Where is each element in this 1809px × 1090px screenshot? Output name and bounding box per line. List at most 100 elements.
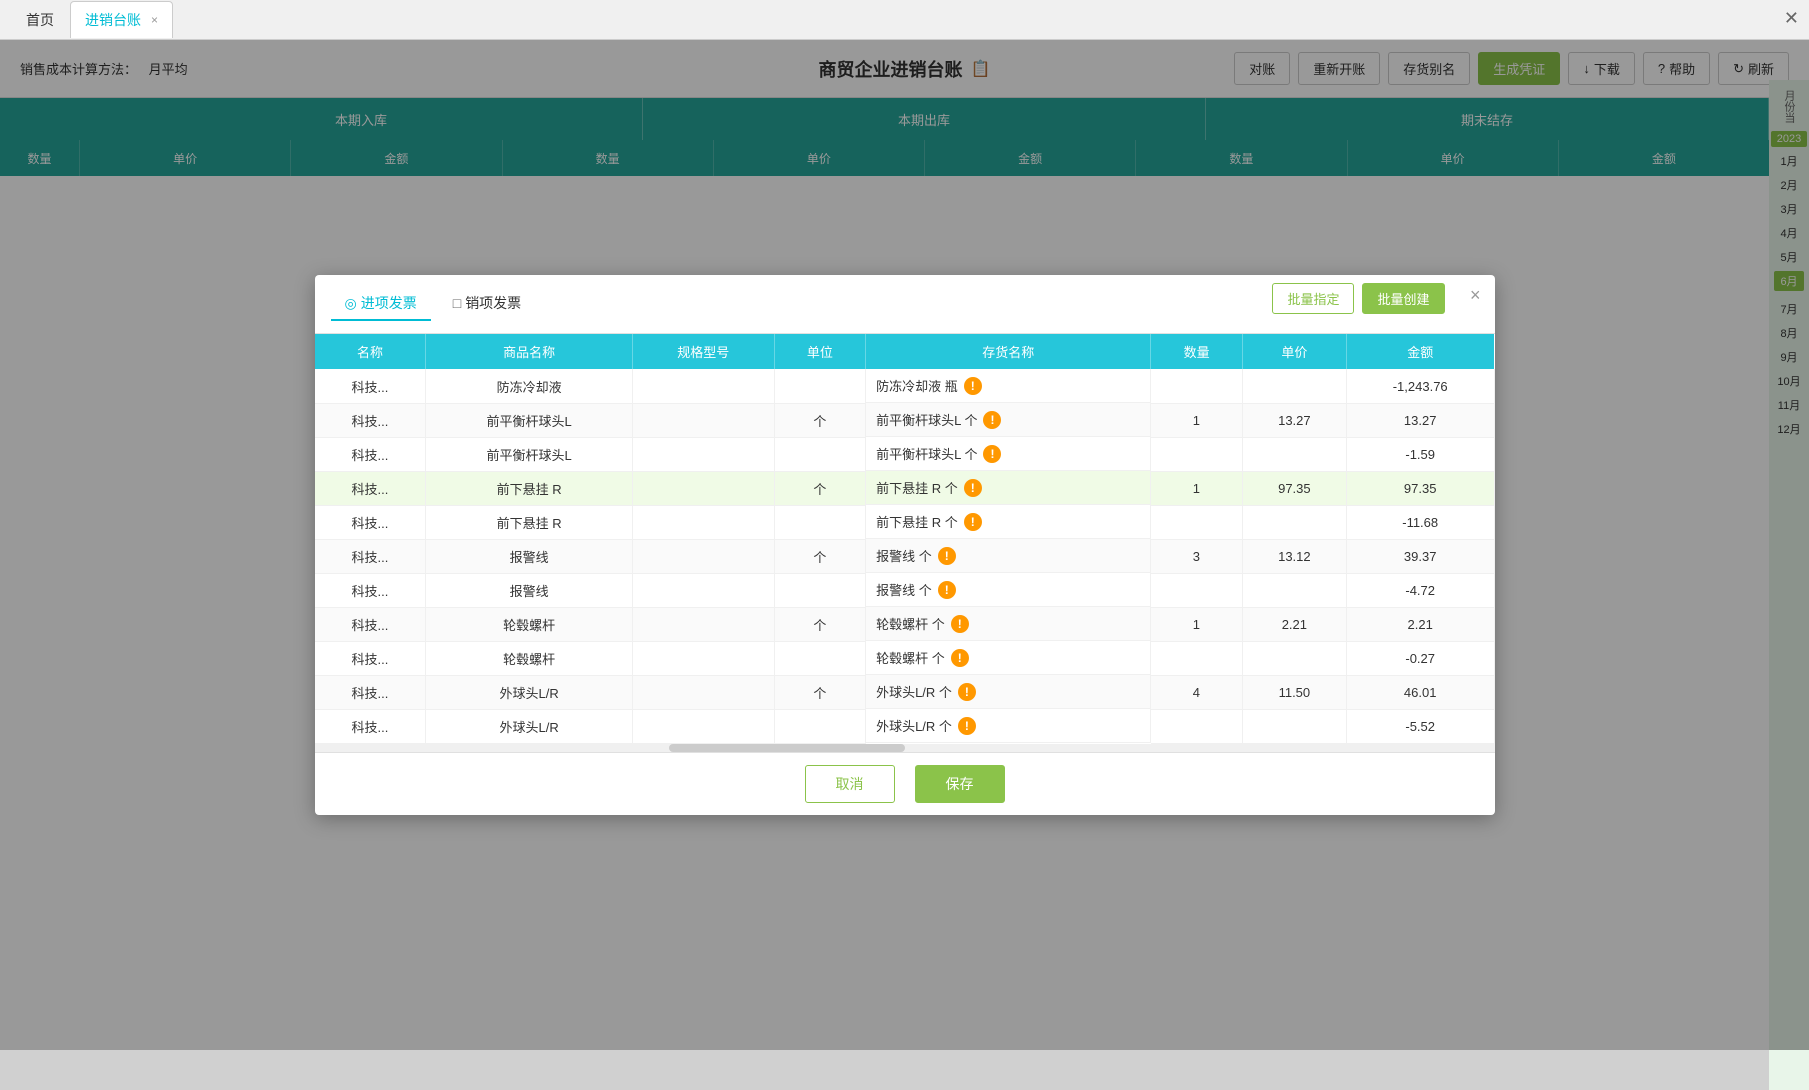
cell-unit-price — [1242, 437, 1346, 471]
table-header-row: 名称 商品名称 规格型号 单位 存货名称 数量 单价 金额 — [315, 334, 1495, 369]
scrollbar-thumb[interactable] — [669, 744, 905, 752]
cell-spec — [632, 607, 774, 641]
cell-quantity — [1151, 709, 1242, 743]
btn-cancel[interactable]: 取消 — [805, 765, 895, 803]
cell-amount: -1.59 — [1346, 437, 1494, 471]
cell-quantity: 1 — [1151, 607, 1242, 641]
main-content: 销售成本计算方法： 月平均 商贸企业进销台账 📋 对账 重新开账 存货别名 生成… — [0, 40, 1809, 1050]
window-close-button[interactable]: ✕ — [1784, 8, 1799, 29]
cell-product: 报警线 — [426, 539, 632, 573]
cell-product: 防冻冷却液 — [426, 369, 632, 403]
cell-quantity: 4 — [1151, 675, 1242, 709]
cell-spec — [632, 505, 774, 539]
cell-unit-price — [1242, 641, 1346, 675]
cell-quantity — [1151, 641, 1242, 675]
cell-spec — [632, 709, 774, 743]
cell-unit — [774, 437, 865, 471]
cell-spec — [632, 539, 774, 573]
cell-amount: 13.27 — [1346, 403, 1494, 437]
warning-icon: ! — [983, 445, 1001, 463]
cell-amount: -4.72 — [1346, 573, 1494, 607]
btn-batch-create[interactable]: 批量创建 — [1362, 283, 1444, 314]
modal-footer: 取消 保存 — [315, 752, 1495, 815]
col-name: 名称 — [315, 334, 426, 369]
col-product: 商品名称 — [426, 334, 632, 369]
cell-product: 前下悬挂 R — [426, 505, 632, 539]
cell-name: 科技... — [315, 505, 426, 539]
cell-name: 科技... — [315, 709, 426, 743]
btn-batch-assign[interactable]: 批量指定 — [1272, 283, 1354, 314]
cell-spec — [632, 471, 774, 505]
table-row: 科技... 报警线 报警线 个! -4.72 — [315, 573, 1495, 607]
cell-unit: 个 — [774, 539, 865, 573]
cell-unit-price: 13.12 — [1242, 539, 1346, 573]
cell-product: 外球头L/R — [426, 675, 632, 709]
cell-quantity: 3 — [1151, 539, 1242, 573]
cell-spec — [632, 573, 774, 607]
cell-amount: -0.27 — [1346, 641, 1494, 675]
cell-name: 科技... — [315, 641, 426, 675]
modal-header: ◎ 进项发票 □ 销项发票 批量指定 批量创建 × — [315, 275, 1495, 334]
cell-product: 前下悬挂 R — [426, 471, 632, 505]
cell-product: 报警线 — [426, 573, 632, 607]
tab-active[interactable]: 进销台账 × — [70, 1, 173, 38]
cell-product: 轮毂螺杆 — [426, 607, 632, 641]
cell-inventory: 轮毂螺杆 个! — [866, 641, 1151, 675]
cell-unit — [774, 709, 865, 743]
col-amount: 金额 — [1346, 334, 1494, 369]
cell-unit — [774, 505, 865, 539]
tab-out-invoice[interactable]: □ 销项发票 — [439, 287, 535, 321]
col-unit: 单位 — [774, 334, 865, 369]
cell-product: 外球头L/R — [426, 709, 632, 743]
tab-in-invoice[interactable]: ◎ 进项发票 — [331, 287, 431, 321]
cell-inventory: 防冻冷却液 瓶! — [866, 369, 1151, 403]
cell-name: 科技... — [315, 403, 426, 437]
cell-amount: 46.01 — [1346, 675, 1494, 709]
cell-inventory: 前平衡杆球头L 个! — [866, 403, 1151, 437]
cell-quantity — [1151, 505, 1242, 539]
cell-amount: 2.21 — [1346, 607, 1494, 641]
warning-icon: ! — [983, 411, 1001, 429]
cell-product: 前平衡杆球头L — [426, 437, 632, 471]
cell-unit: 个 — [774, 403, 865, 437]
cell-amount: -1,243.76 — [1346, 369, 1494, 403]
cell-unit — [774, 573, 865, 607]
cell-unit: 个 — [774, 471, 865, 505]
cell-inventory: 报警线 个! — [866, 573, 1151, 607]
cell-unit — [774, 369, 865, 403]
cell-spec — [632, 369, 774, 403]
cell-amount: -11.68 — [1346, 505, 1494, 539]
modal-close-button[interactable]: × — [1470, 285, 1481, 306]
table-row: 科技... 轮毂螺杆 轮毂螺杆 个! -0.27 — [315, 641, 1495, 675]
table-row: 科技... 防冻冷却液 防冻冷却液 瓶! -1,243.76 — [315, 369, 1495, 403]
cell-name: 科技... — [315, 675, 426, 709]
cell-unit-price — [1242, 709, 1346, 743]
cell-spec — [632, 641, 774, 675]
cell-name: 科技... — [315, 437, 426, 471]
cell-name: 科技... — [315, 607, 426, 641]
cell-unit-price: 97.35 — [1242, 471, 1346, 505]
cell-name: 科技... — [315, 471, 426, 505]
table-row: 科技... 前平衡杆球头L 前平衡杆球头L 个! -1.59 — [315, 437, 1495, 471]
horizontal-scrollbar[interactable] — [315, 744, 1495, 752]
btn-save[interactable]: 保存 — [915, 765, 1005, 803]
tab-home[interactable]: 首页 — [10, 2, 70, 38]
modal-table-body: 科技... 防冻冷却液 防冻冷却液 瓶! -1,243.76 科技... 前平衡… — [315, 369, 1495, 743]
cell-spec — [632, 403, 774, 437]
cell-inventory: 外球头L/R 个! — [866, 709, 1151, 743]
warning-icon: ! — [951, 649, 969, 667]
table-row: 科技... 外球头L/R 个 外球头L/R 个! 4 11.50 46.01 — [315, 675, 1495, 709]
cell-inventory: 前下悬挂 R 个! — [866, 505, 1151, 539]
cell-amount: 39.37 — [1346, 539, 1494, 573]
cell-unit: 个 — [774, 675, 865, 709]
tab-bar: 首页 进销台账 × ✕ — [0, 0, 1809, 40]
cell-inventory: 前下悬挂 R 个! — [866, 471, 1151, 505]
warning-icon: ! — [964, 479, 982, 497]
tab-active-close[interactable]: × — [151, 13, 158, 27]
col-spec: 规格型号 — [632, 334, 774, 369]
cell-inventory: 轮毂螺杆 个! — [866, 607, 1151, 641]
warning-icon: ! — [938, 581, 956, 599]
cell-unit — [774, 641, 865, 675]
tab-out-icon: □ — [453, 295, 461, 311]
table-row: 科技... 前下悬挂 R 前下悬挂 R 个! -11.68 — [315, 505, 1495, 539]
